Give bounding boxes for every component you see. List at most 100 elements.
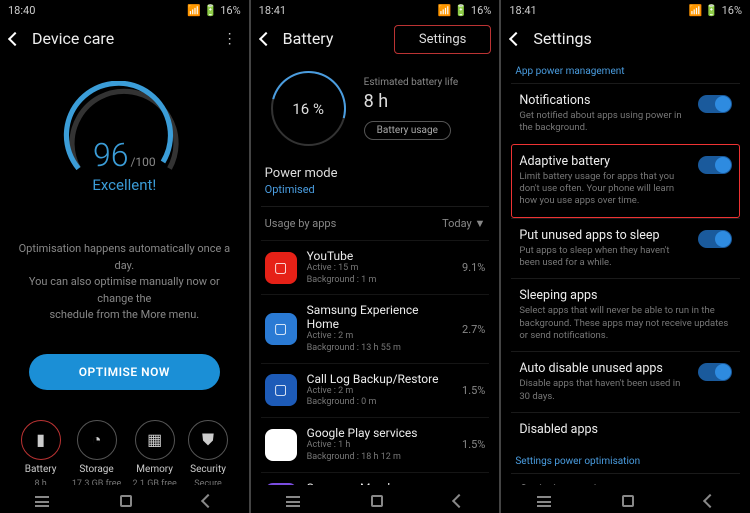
app-detail: Active : 2 mBackground : 13 h 55 m — [307, 331, 452, 354]
tile-security[interactable]: ⛊SecuritySecure — [188, 420, 228, 486]
page-title: Settings — [533, 29, 591, 48]
section-settings-optimisation: Settings power optimisation — [511, 446, 740, 473]
app-name: Google Play services — [307, 426, 452, 440]
battery-icon: ▮ — [36, 430, 45, 449]
battery-settings-screen: 18:41 📶 🔋 16% Settings App power managem… — [501, 0, 750, 513]
nav-recent[interactable] — [35, 496, 49, 507]
status-time: 18:41 — [509, 4, 536, 17]
status-bar: 18:41 📶 🔋 16% — [251, 0, 500, 21]
page-title: Device care — [32, 29, 114, 48]
setting-name: Adaptive battery — [519, 154, 690, 169]
tile-battery[interactable]: ▮Battery8 h — [21, 420, 61, 486]
app-icon: ▢ — [265, 374, 297, 406]
setting-desc: Disable apps that haven't been used in 3… — [519, 378, 690, 403]
setting-desc: Limit battery usage for apps that you do… — [519, 171, 690, 208]
info-message: Optimisation happens automatically once … — [10, 241, 239, 324]
settings-button[interactable]: Settings — [394, 25, 491, 54]
app-row[interactable]: ▢ YouTubeActive : 15 mBackground : 1 m 9.1… — [261, 240, 490, 294]
header: Device care ⋮ — [0, 21, 249, 56]
setting-name: Disabled apps — [519, 422, 732, 437]
app-detail: Active : 15 mBackground : 1 m — [307, 263, 452, 286]
status-time: 18:41 — [259, 4, 286, 17]
back-icon[interactable] — [259, 31, 273, 45]
app-detail: Active : 2 mBackground : 0 m — [307, 386, 452, 409]
setting-name: Sleeping apps — [519, 288, 732, 303]
status-bar: 18:41 📶 🔋 16% — [501, 0, 750, 21]
setting-desc: Put apps to sleep when they haven't been… — [519, 245, 690, 270]
setting-row[interactable]: Adaptive battery Limit battery usage for … — [511, 144, 740, 218]
nav-home[interactable] — [622, 495, 634, 507]
setting-desc: Select apps that will never be able to r… — [519, 305, 732, 342]
app-name: Call Log Backup/Restore — [307, 372, 452, 386]
nav-home[interactable] — [371, 495, 383, 507]
score-value: 96 — [93, 136, 129, 174]
toggle[interactable] — [698, 156, 732, 174]
setting-name: Auto disable unused apps — [519, 361, 690, 376]
device-care-screen: 18:40 📶 🔋 16% Device care ⋮ 96/100 Excel… — [0, 0, 249, 513]
tile-storage[interactable]: ◔Storage17.3 GB free — [72, 420, 121, 486]
estimated-label: Estimated battery life — [364, 77, 480, 88]
setting-row[interactable]: Optimise settingsSave battery by optimis… — [511, 473, 740, 485]
setting-desc: Get notified about apps using power in t… — [519, 110, 690, 135]
app-icon: ▢ — [265, 252, 297, 284]
app-row[interactable]: ▢ Samsung Experience HomeActive : 2 mBack… — [261, 294, 490, 362]
usage-by-apps-header: Usage by appsToday ▼ — [261, 207, 490, 240]
shield-icon: ⛊ — [202, 430, 214, 450]
setting-name: Put unused apps to sleep — [519, 228, 690, 243]
toggle[interactable] — [698, 230, 732, 248]
nav-home[interactable] — [120, 495, 132, 507]
status-icons: 📶 🔋 16% — [187, 4, 241, 17]
today-dropdown[interactable]: Today ▼ — [442, 217, 485, 230]
nav-back[interactable] — [452, 494, 466, 508]
header: Battery Settings — [251, 21, 500, 56]
app-icon: ▢ — [265, 429, 297, 461]
setting-name: Notifications — [519, 93, 690, 108]
nav-recent[interactable] — [537, 496, 551, 507]
nav-back[interactable] — [702, 494, 716, 508]
status-time: 18:40 — [8, 4, 35, 17]
nav-bar — [501, 485, 750, 513]
app-row[interactable]: ▢Samsung MembersActive : 2 mBackground :… — [261, 472, 490, 486]
setting-row[interactable]: Disabled apps — [511, 412, 740, 446]
section-app-power: App power management — [511, 56, 740, 83]
app-detail: Active : 1 hBackground : 18 h 12 m — [307, 440, 452, 463]
category-tiles: ▮Battery8 h ◔Storage17.3 GB free ▦Memory… — [10, 420, 239, 486]
setting-row[interactable]: Notifications Get notified about apps usi… — [511, 83, 740, 144]
setting-row[interactable]: Auto disable unused apps Disable apps tha… — [511, 351, 740, 412]
score-max: /100 — [130, 155, 155, 169]
setting-name: Optimise settings — [519, 483, 690, 485]
status-icons: 📶 🔋 16% — [438, 4, 492, 17]
page-title: Battery — [283, 29, 334, 48]
power-mode-row[interactable]: Power mode Optimised — [261, 156, 490, 207]
nav-bar — [251, 485, 500, 513]
nav-back[interactable] — [201, 494, 215, 508]
more-icon[interactable]: ⋮ — [223, 31, 237, 47]
header: Settings — [501, 21, 750, 56]
storage-icon: ◔ — [92, 430, 102, 450]
app-row[interactable]: ▢ Google Play servicesActive : 1 hBackgro… — [261, 417, 490, 471]
app-name: YouTube — [307, 249, 452, 263]
setting-row[interactable]: Put unused apps to sleep Put apps to slee… — [511, 218, 740, 279]
battery-ring: 16 % — [271, 71, 346, 146]
app-icon: ▢ — [265, 313, 297, 345]
back-icon[interactable] — [509, 31, 523, 45]
battery-usage-button[interactable]: Battery usage — [364, 121, 451, 140]
device-score-gauge: 96/100 Excellent! — [10, 56, 239, 191]
app-percent: 1.5% — [462, 438, 485, 451]
nav-recent[interactable] — [286, 496, 300, 507]
toggle[interactable] — [698, 363, 732, 381]
memory-icon: ▦ — [147, 430, 162, 449]
status-bar: 18:40 📶 🔋 16% — [0, 0, 249, 21]
setting-row[interactable]: Sleeping apps Select apps that will never… — [511, 278, 740, 351]
app-percent: 1.5% — [462, 384, 485, 397]
toggle[interactable] — [698, 95, 732, 113]
nav-bar — [0, 485, 249, 513]
back-icon[interactable] — [8, 31, 22, 45]
estimated-hours: 8 h — [364, 91, 480, 112]
app-name: Samsung Experience Home — [307, 303, 452, 331]
optimise-now-button[interactable]: OPTIMISE NOW — [29, 354, 220, 390]
app-percent: 9.1% — [462, 261, 485, 274]
app-row[interactable]: ▢ Call Log Backup/RestoreActive : 2 mBack… — [261, 363, 490, 417]
tile-memory[interactable]: ▦Memory2.1 GB free — [132, 420, 176, 486]
battery-screen: 18:41 📶 🔋 16% Battery Settings 16 % Esti… — [251, 0, 500, 513]
